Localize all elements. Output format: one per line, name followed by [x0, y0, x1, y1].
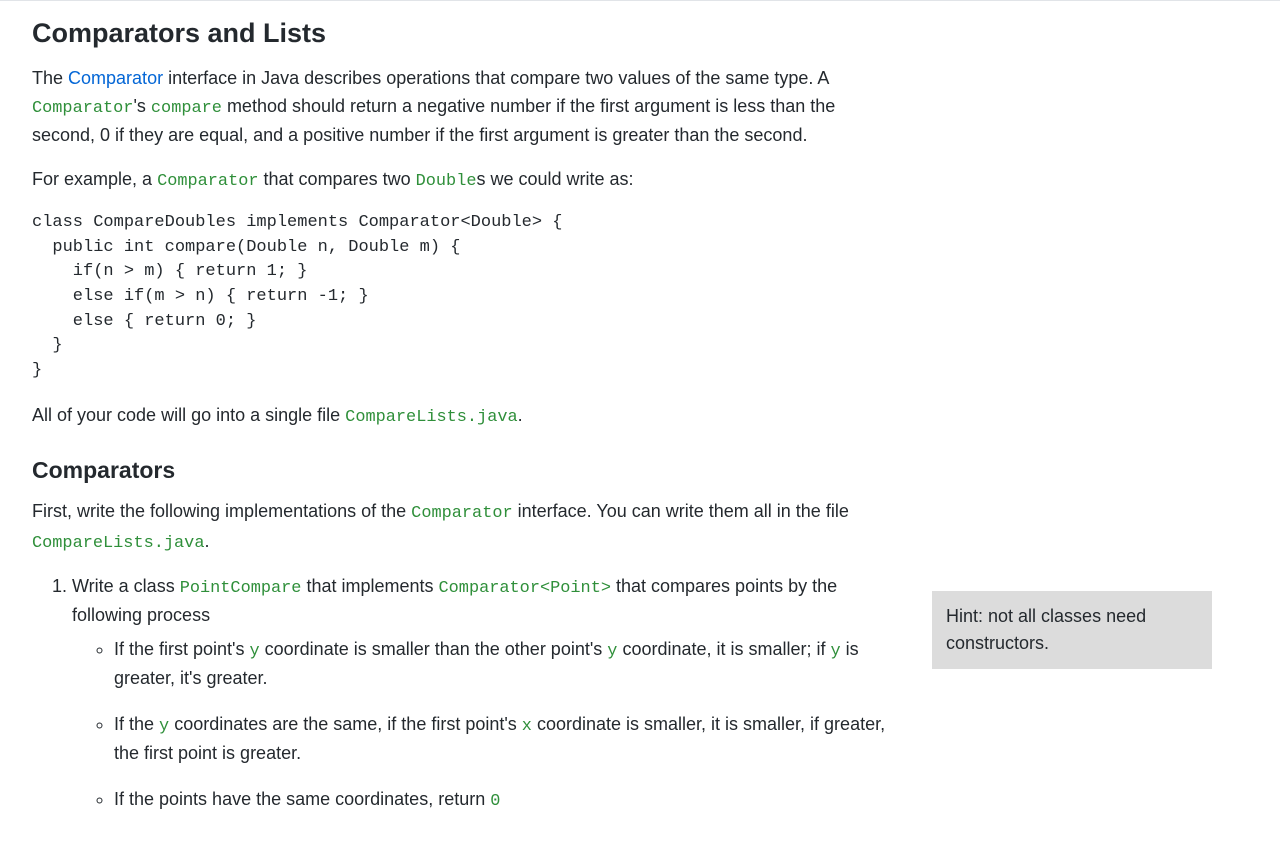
- side-column: Hint: not all classes need constructors.: [932, 1, 1212, 833]
- text: that implements: [301, 576, 438, 596]
- text: coordinate is smaller than the other poi…: [260, 639, 608, 659]
- list-item: If the first point's y coordinate is sma…: [114, 636, 902, 693]
- item1-lead: Write a class PointCompare that implemen…: [72, 576, 837, 625]
- numbered-list: Write a class PointCompare that implemen…: [32, 573, 902, 816]
- code-filename: CompareLists.java: [345, 408, 517, 427]
- bullet-list: If the first point's y coordinate is sma…: [72, 636, 902, 815]
- text: interface. You can write them all in the…: [513, 501, 849, 521]
- comparator-link[interactable]: Comparator: [68, 68, 163, 88]
- text: First, write the following implementatio…: [32, 501, 411, 521]
- code-y: y: [159, 717, 169, 736]
- text: If the: [114, 714, 159, 734]
- code-pointcompare: PointCompare: [180, 579, 302, 598]
- single-file-note: All of your code will go into a single f…: [32, 402, 902, 431]
- comparators-intro: First, write the following implementatio…: [32, 498, 902, 556]
- page-title: Comparators and Lists: [32, 13, 902, 55]
- code-comparator: Comparator: [411, 504, 512, 523]
- text: that compares two: [259, 169, 416, 189]
- code-y: y: [831, 642, 841, 661]
- text: .: [204, 531, 209, 551]
- hint-box: Hint: not all classes need constructors.: [932, 591, 1212, 669]
- page-wrap: Comparators and Lists The Comparator int…: [0, 0, 1280, 833]
- text: coordinates are the same, if the first p…: [169, 714, 522, 734]
- subsection-title: Comparators: [32, 453, 902, 489]
- text: .: [518, 405, 523, 425]
- text: All of your code will go into a single f…: [32, 405, 345, 425]
- code-comparator: Comparator: [32, 99, 133, 118]
- code-filename: CompareLists.java: [32, 534, 204, 553]
- code-y: y: [607, 642, 617, 661]
- text: s we could write as:: [476, 169, 633, 189]
- list-item: If the y coordinates are the same, if th…: [114, 711, 902, 768]
- example-lead: For example, a Comparator that compares …: [32, 166, 902, 195]
- content-area: Comparators and Lists The Comparator int…: [0, 1, 1280, 833]
- list-item: Write a class PointCompare that implemen…: [72, 573, 902, 816]
- text: coordinate, it is smaller; if: [617, 639, 830, 659]
- text: The: [32, 68, 68, 88]
- text: 's: [133, 96, 150, 116]
- text: interface in Java describes operations t…: [163, 68, 828, 88]
- list-item: If the points have the same coordinates,…: [114, 786, 902, 815]
- code-block-compare-doubles: class CompareDoubles implements Comparat…: [32, 211, 902, 383]
- code-y: y: [250, 642, 260, 661]
- code-comparator-point: Comparator<Point>: [439, 579, 611, 598]
- main-column: Comparators and Lists The Comparator int…: [32, 1, 932, 833]
- code-x: x: [522, 717, 532, 736]
- code-zero: 0: [490, 792, 500, 811]
- intro-paragraph: The Comparator interface in Java describ…: [32, 65, 902, 150]
- code-compare: compare: [151, 99, 222, 118]
- code-double: Double: [416, 172, 477, 191]
- text: If the first point's: [114, 639, 250, 659]
- text: Write a class: [72, 576, 180, 596]
- text: For example, a: [32, 169, 157, 189]
- code-comparator: Comparator: [157, 172, 258, 191]
- text: If the points have the same coordinates,…: [114, 789, 490, 809]
